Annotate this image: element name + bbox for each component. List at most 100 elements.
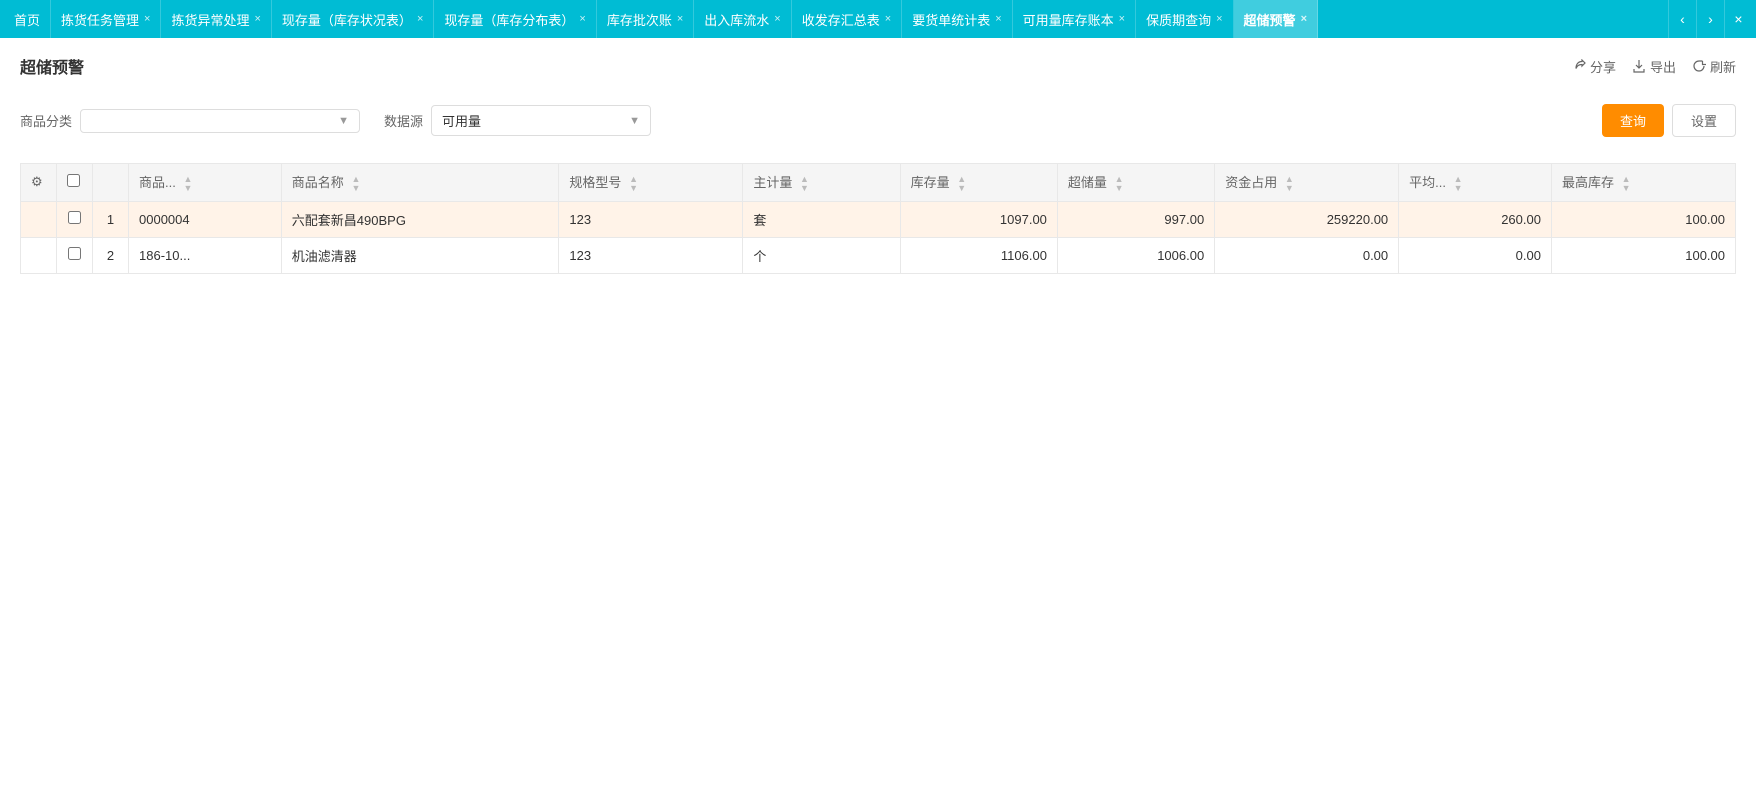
nav-tab-stock-dist[interactable]: 现存量（库存分布表） × bbox=[434, 0, 596, 38]
th-product-code[interactable]: 商品... ▲▼ bbox=[129, 164, 282, 202]
product-category-group: 商品分类 ▼ bbox=[20, 109, 360, 133]
th-capital[interactable]: 资金占用 ▲▼ bbox=[1215, 164, 1399, 202]
nav-tab-available[interactable]: 可用量库存账本 × bbox=[1013, 0, 1136, 38]
td-stock-0: 1097.00 bbox=[900, 201, 1057, 237]
nav-tab-exception[interactable]: 拣货异常处理 × bbox=[161, 0, 271, 38]
product-category-select[interactable]: ▼ bbox=[80, 109, 360, 133]
nav-tab-expiry[interactable]: 保质期查询 × bbox=[1136, 0, 1233, 38]
table-row: 2 186-10... 机油滤清器 123 个 1106.00 1006.00 … bbox=[21, 237, 1736, 273]
nav-tab-flow-close[interactable]: × bbox=[774, 13, 780, 25]
product-category-label: 商品分类 bbox=[20, 111, 72, 130]
nav-arrow-close[interactable]: × bbox=[1724, 0, 1752, 38]
td-overstock-1: 1006.00 bbox=[1057, 237, 1214, 273]
sort-spec-icon: ▲▼ bbox=[629, 175, 638, 193]
th-settings[interactable]: ⚙ bbox=[21, 164, 57, 202]
th-avg[interactable]: 平均... ▲▼ bbox=[1399, 164, 1552, 202]
td-checkbox-0[interactable] bbox=[57, 201, 93, 237]
nav-tab-task[interactable]: 拣货任务管理 × bbox=[51, 0, 161, 38]
filter-row: 商品分类 ▼ 数据源 可用量 ▼ 查询 设置 bbox=[20, 94, 1736, 147]
filter-actions: 查询 设置 bbox=[1602, 104, 1736, 137]
th-overstock[interactable]: 超储量 ▲▼ bbox=[1057, 164, 1214, 202]
td-checkbox-1[interactable] bbox=[57, 237, 93, 273]
th-max-stock[interactable]: 最高库存 ▲▼ bbox=[1551, 164, 1735, 202]
data-source-chevron: ▼ bbox=[629, 115, 640, 127]
export-action[interactable]: 导出 bbox=[1632, 57, 1676, 76]
table-body: 1 0000004 六配套新昌490BPG 123 套 1097.00 997.… bbox=[21, 201, 1736, 273]
main-content: 超储预警 分享 导出 刷新 商品分类 ▼ 数据源 bbox=[0, 38, 1756, 800]
td-overstock-0: 997.00 bbox=[1057, 201, 1214, 237]
th-row-num bbox=[93, 164, 129, 202]
data-source-value: 可用量 bbox=[442, 111, 481, 130]
page-title: 超储预警 bbox=[20, 54, 84, 78]
td-row-num-1: 2 bbox=[93, 237, 129, 273]
page-actions: 分享 导出 刷新 bbox=[1572, 57, 1736, 76]
td-spec-1: 123 bbox=[559, 237, 743, 273]
data-table: ⚙ 商品... ▲▼ 商品名称 ▲▼ 规格型号 ▲▼ 主计 bbox=[20, 163, 1736, 274]
data-source-select[interactable]: 可用量 ▼ bbox=[431, 105, 651, 136]
nav-tab-summary-close[interactable]: × bbox=[885, 13, 891, 25]
row-checkbox-1[interactable] bbox=[68, 247, 81, 260]
page-header: 超储预警 分享 导出 刷新 bbox=[20, 54, 1736, 78]
nav-tab-order-stats[interactable]: 要货单统计表 × bbox=[902, 0, 1012, 38]
nav-tab-order-stats-close[interactable]: × bbox=[995, 13, 1001, 25]
nav-tab-stock-status[interactable]: 现存量（库存状况表） × bbox=[272, 0, 434, 38]
td-product-name-1: 机油滤清器 bbox=[281, 237, 559, 273]
product-category-chevron: ▼ bbox=[338, 115, 349, 127]
top-nav: 首页 拣货任务管理 × 拣货异常处理 × 现存量（库存状况表） × 现存量（库存… bbox=[0, 0, 1756, 38]
th-product-name[interactable]: 商品名称 ▲▼ bbox=[281, 164, 559, 202]
refresh-icon bbox=[1692, 59, 1706, 73]
th-unit[interactable]: 主计量 ▲▼ bbox=[743, 164, 900, 202]
export-icon bbox=[1632, 59, 1646, 73]
nav-tab-available-close[interactable]: × bbox=[1119, 13, 1125, 25]
td-product-code-1: 186-10... bbox=[129, 237, 282, 273]
td-unit-0: 套 bbox=[743, 201, 900, 237]
settings-button[interactable]: 设置 bbox=[1672, 104, 1736, 137]
td-product-code-0: 0000004 bbox=[129, 201, 282, 237]
td-product-name-0: 六配套新昌490BPG bbox=[281, 201, 559, 237]
td-spec-0: 123 bbox=[559, 201, 743, 237]
sort-product-name-icon: ▲▼ bbox=[351, 175, 360, 193]
nav-tab-flow[interactable]: 出入库流水 × bbox=[694, 0, 791, 38]
th-checkbox[interactable] bbox=[57, 164, 93, 202]
td-avg-1: 0.00 bbox=[1399, 237, 1552, 273]
td-settings-1 bbox=[21, 237, 57, 273]
td-max-stock-0: 100.00 bbox=[1551, 201, 1735, 237]
query-button[interactable]: 查询 bbox=[1602, 104, 1664, 137]
nav-tab-overstock[interactable]: 超储预警 × bbox=[1234, 0, 1318, 38]
td-avg-0: 260.00 bbox=[1399, 201, 1552, 237]
td-settings-0 bbox=[21, 201, 57, 237]
nav-tab-expiry-close[interactable]: × bbox=[1216, 13, 1222, 25]
td-capital-1: 0.00 bbox=[1215, 237, 1399, 273]
sort-unit-icon: ▲▼ bbox=[800, 175, 809, 193]
th-spec[interactable]: 规格型号 ▲▼ bbox=[559, 164, 743, 202]
select-all-checkbox[interactable] bbox=[67, 174, 80, 187]
nav-tab-task-close[interactable]: × bbox=[144, 13, 150, 25]
nav-arrow-left[interactable]: ‹ bbox=[1668, 0, 1696, 38]
td-max-stock-1: 100.00 bbox=[1551, 237, 1735, 273]
nav-tab-home[interactable]: 首页 bbox=[4, 0, 51, 38]
sort-max-stock-icon: ▲▼ bbox=[1622, 175, 1631, 193]
nav-arrow-right[interactable]: › bbox=[1696, 0, 1724, 38]
sort-product-code-icon: ▲▼ bbox=[183, 175, 192, 193]
th-stock[interactable]: 库存量 ▲▼ bbox=[900, 164, 1057, 202]
nav-tab-batch-close[interactable]: × bbox=[677, 13, 683, 25]
nav-arrows: ‹ › × bbox=[1668, 0, 1752, 38]
td-stock-1: 1106.00 bbox=[900, 237, 1057, 273]
nav-tab-summary[interactable]: 收发存汇总表 × bbox=[792, 0, 902, 38]
table-row: 1 0000004 六配套新昌490BPG 123 套 1097.00 997.… bbox=[21, 201, 1736, 237]
nav-tab-exception-close[interactable]: × bbox=[254, 13, 260, 25]
sort-overstock-icon: ▲▼ bbox=[1115, 175, 1124, 193]
nav-tab-stock-status-close[interactable]: × bbox=[417, 13, 423, 25]
table-header-row: ⚙ 商品... ▲▼ 商品名称 ▲▼ 规格型号 ▲▼ 主计 bbox=[21, 164, 1736, 202]
data-source-group: 数据源 可用量 ▼ bbox=[384, 105, 651, 136]
sort-capital-icon: ▲▼ bbox=[1285, 175, 1294, 193]
share-action[interactable]: 分享 bbox=[1572, 57, 1616, 76]
sort-stock-icon: ▲▼ bbox=[957, 175, 966, 193]
nav-tab-batch[interactable]: 库存批次账 × bbox=[597, 0, 694, 38]
nav-tab-overstock-close[interactable]: × bbox=[1301, 13, 1307, 25]
refresh-action[interactable]: 刷新 bbox=[1692, 57, 1736, 76]
row-checkbox-0[interactable] bbox=[68, 211, 81, 224]
td-unit-1: 个 bbox=[743, 237, 900, 273]
nav-tab-stock-dist-close[interactable]: × bbox=[579, 13, 585, 25]
sort-avg-icon: ▲▼ bbox=[1454, 175, 1463, 193]
